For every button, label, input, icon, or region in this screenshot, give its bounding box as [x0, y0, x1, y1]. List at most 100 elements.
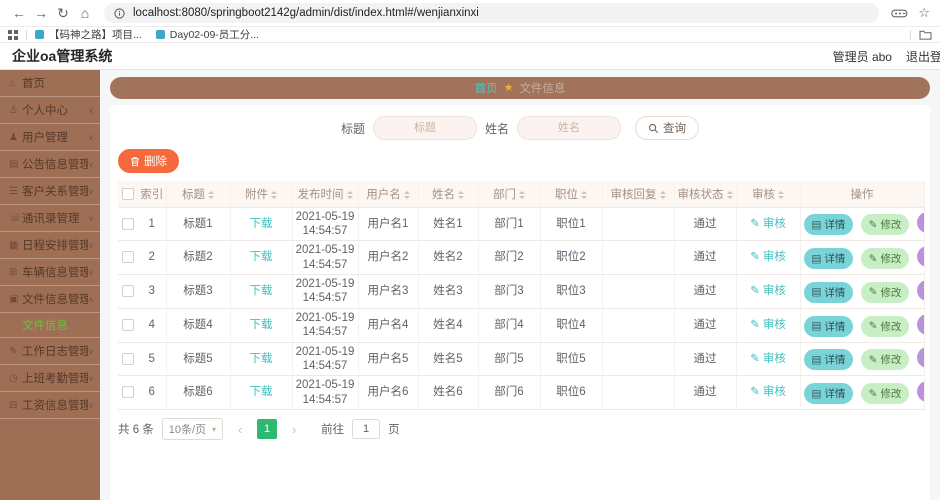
sidebar-item-attendance[interactable]: ◷ 上班考勤管理 ∨: [0, 365, 100, 392]
row-checkbox[interactable]: [122, 386, 134, 399]
prev-page-button[interactable]: ‹: [231, 422, 249, 437]
download-link[interactable]: 下载: [250, 353, 273, 365]
calendar-icon: ▦: [9, 239, 19, 251]
detail-button[interactable]: ▤ 详情: [803, 315, 854, 337]
sidebar-subitem-file-info[interactable]: 文件信息: [0, 313, 100, 338]
download-link[interactable]: 下载: [250, 251, 273, 263]
other-bookmarks-folder-icon[interactable]: [919, 29, 932, 40]
edit-button[interactable]: ✎ 修改: [860, 248, 910, 270]
sort-icon[interactable]: [659, 190, 666, 199]
site-info-icon[interactable]: [114, 7, 125, 19]
detail-button[interactable]: ▤ 详情: [803, 281, 854, 303]
column-header[interactable]: 姓名: [418, 181, 479, 208]
sort-icon[interactable]: [519, 190, 525, 199]
password-manager-icon[interactable]: [891, 8, 908, 19]
delete-button[interactable]: 删除: [916, 246, 923, 268]
sort-icon[interactable]: [778, 190, 784, 199]
review-link[interactable]: ✎ 审核: [750, 319, 786, 331]
back-icon[interactable]: ←: [8, 6, 30, 20]
row-checkbox[interactable]: [122, 352, 134, 365]
search-input-title[interactable]: [373, 116, 477, 140]
page-size-select[interactable]: 10条/页 ▾: [161, 418, 224, 440]
sidebar-item-files[interactable]: ▣ 文件信息管理 ∧: [0, 286, 100, 313]
column-header[interactable]: 附件: [230, 181, 293, 208]
search-form: 标题 姓名 查询: [118, 113, 922, 143]
column-header[interactable]: 审核: [736, 181, 801, 208]
column-header[interactable]: 标题: [166, 181, 231, 208]
sidebar-item-home[interactable]: ⌂ 首页: [0, 70, 100, 97]
download-link[interactable]: 下载: [250, 319, 273, 331]
search-field-label: 姓名: [485, 121, 510, 136]
edit-button[interactable]: ✎ 修改: [860, 349, 910, 371]
sidebar-item-users[interactable]: ♟ 用户管理 ∨: [0, 124, 100, 151]
column-header[interactable]: 用户名: [358, 181, 419, 208]
review-link[interactable]: ✎ 审核: [750, 218, 786, 230]
download-link[interactable]: 下载: [250, 386, 273, 398]
download-link[interactable]: 下载: [250, 285, 273, 297]
sort-icon[interactable]: [208, 190, 214, 199]
select-all-checkbox[interactable]: [122, 187, 134, 200]
next-page-button[interactable]: ›: [285, 422, 303, 437]
logout-button[interactable]: 退出登录: [906, 48, 940, 65]
sort-icon[interactable]: [458, 190, 464, 199]
bookmark-item[interactable]: 【码神之路】项目...: [35, 27, 142, 42]
delete-button[interactable]: 删除: [916, 347, 923, 369]
detail-button[interactable]: ▤ 详情: [803, 214, 854, 236]
chevron-down-icon: ∨: [88, 132, 94, 142]
breadcrumb-home-link[interactable]: 首页: [475, 80, 498, 96]
review-link[interactable]: ✎ 审核: [750, 386, 786, 398]
detail-button[interactable]: ▤ 详情: [803, 383, 854, 405]
sort-icon[interactable]: [346, 190, 353, 199]
column-header[interactable]: 发布时间: [292, 181, 359, 208]
review-link[interactable]: ✎ 审核: [750, 285, 786, 297]
sidebar-item-contacts[interactable]: ☏ 通讯录管理 ∨: [0, 205, 100, 232]
row-checkbox[interactable]: [122, 285, 134, 298]
column-header[interactable]: 审核回复: [602, 181, 675, 208]
column-header[interactable]: 职位: [540, 181, 603, 208]
sidebar-item-worklog[interactable]: ✎ 工作日志管理 ∨: [0, 338, 100, 365]
apps-grid-icon[interactable]: [8, 29, 18, 40]
sidebar-item-announcements[interactable]: ▤ 公告信息管理 ∨: [0, 151, 100, 178]
detail-button[interactable]: ▤ 详情: [803, 248, 854, 270]
sort-icon[interactable]: [726, 190, 733, 199]
row-checkbox[interactable]: [122, 217, 134, 230]
home-nav-icon[interactable]: ⌂: [74, 6, 96, 20]
bookmark-star-icon[interactable]: ☆: [918, 5, 930, 21]
row-checkbox[interactable]: [122, 318, 134, 331]
sidebar-item-schedule[interactable]: ▦ 日程安排管理 ∨: [0, 232, 100, 259]
detail-button[interactable]: ▤ 详情: [803, 349, 854, 371]
cell-name: 姓名4: [418, 308, 479, 343]
delete-button[interactable]: 删除: [916, 279, 923, 301]
bookmark-item[interactable]: Day02-09-员工分...: [155, 27, 259, 42]
sort-icon[interactable]: [403, 190, 410, 199]
query-button[interactable]: 查询: [635, 116, 700, 140]
row-checkbox[interactable]: [122, 251, 134, 264]
delete-button[interactable]: 删除: [916, 313, 923, 335]
download-link[interactable]: 下载: [250, 218, 273, 230]
url-text: localhost:8080/springboot2142g/admin/dis…: [133, 7, 479, 19]
sidebar-item-profile[interactable]: ♙ 个人中心 ∨: [0, 97, 100, 124]
delete-button[interactable]: 删除: [916, 212, 923, 234]
cell-position: 职位1: [540, 207, 603, 242]
review-link[interactable]: ✎ 审核: [750, 353, 786, 365]
sort-icon[interactable]: [581, 190, 587, 199]
delete-button[interactable]: 删除: [916, 381, 923, 403]
column-header[interactable]: 审核状态: [674, 181, 737, 208]
page-number-active[interactable]: 1: [257, 419, 278, 439]
address-bar[interactable]: localhost:8080/springboot2142g/admin/dis…: [104, 3, 880, 23]
sidebar-item-salary[interactable]: ⊟ 工资信息管理 ∨: [0, 392, 100, 419]
batch-delete-button[interactable]: 删除: [118, 149, 179, 173]
sidebar-item-customers[interactable]: ☰ 客户关系管理 ∨: [0, 178, 100, 205]
forward-icon[interactable]: →: [30, 6, 52, 20]
sort-icon[interactable]: [271, 190, 277, 199]
edit-button[interactable]: ✎ 修改: [860, 383, 910, 405]
edit-button[interactable]: ✎ 修改: [860, 214, 910, 236]
sidebar-item-vehicles[interactable]: ⊞ 车辆信息管理 ∨: [0, 259, 100, 286]
edit-button[interactable]: ✎ 修改: [860, 315, 910, 337]
review-link[interactable]: ✎ 审核: [750, 251, 786, 263]
goto-page-input[interactable]: [352, 419, 381, 439]
column-header[interactable]: 部门: [478, 181, 541, 208]
reload-icon[interactable]: ↻: [52, 6, 74, 20]
search-input-name[interactable]: [517, 116, 622, 140]
edit-button[interactable]: ✎ 修改: [860, 281, 910, 303]
